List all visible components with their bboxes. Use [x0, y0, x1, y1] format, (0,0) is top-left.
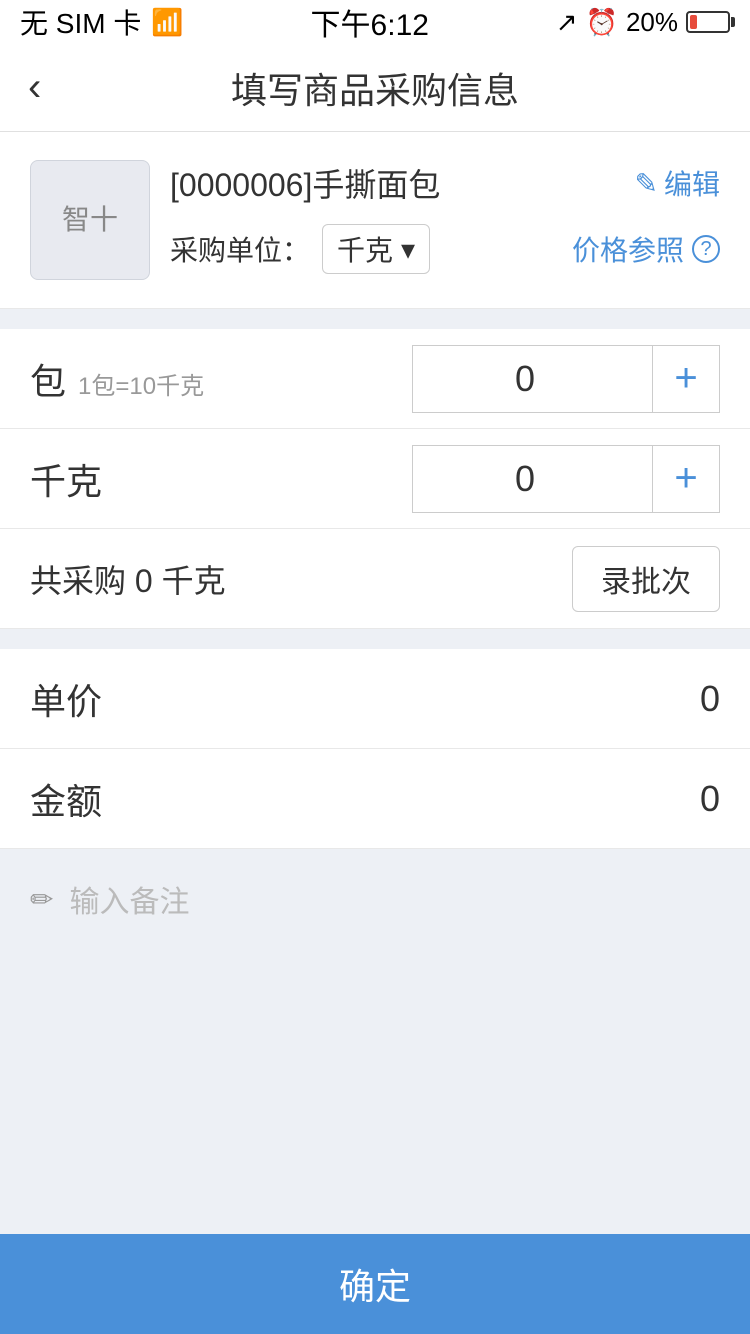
price-section: 单价 0 金额 0 [0, 649, 750, 849]
product-card: 智十 [0000006]手撕面包 ✎ 编辑 采购单位： 千克 ▾ 价格参照 ? [0, 132, 750, 309]
battery-icon [686, 11, 730, 33]
wifi-icon: 📶 [151, 7, 183, 38]
status-left: 无 SIM 卡 📶 [20, 2, 184, 42]
help-icon: ? [692, 235, 720, 263]
section-divider-2 [0, 629, 750, 649]
package-quantity-input[interactable] [412, 345, 652, 413]
back-button[interactable]: ‹ [28, 65, 41, 110]
product-info: [0000006]手撕面包 ✎ 编辑 采购单位： 千克 ▾ 价格参照 ? [170, 160, 720, 274]
kg-plus-button[interactable]: + [652, 445, 720, 513]
product-image-text: 智十 [62, 203, 118, 237]
product-name-row: [0000006]手撕面包 ✎ 编辑 [170, 160, 720, 206]
package-input-controls: + [412, 345, 720, 413]
battery-percent: 20% [626, 7, 678, 38]
time-display: 下午6:12 [311, 0, 429, 44]
total-row: 共采购 0 千克 录批次 [0, 529, 750, 629]
edit-icon: ✎ [635, 167, 658, 200]
purchase-unit-row: 采购单位： 千克 ▾ 价格参照 ? [170, 224, 720, 274]
amount-label: 金额 [30, 773, 102, 825]
unit-label: 采购单位： [170, 229, 310, 269]
total-label: 共采购 0 千克 [30, 556, 226, 602]
kg-input-controls: + [412, 445, 720, 513]
package-label: 包 1包=10千克 [30, 353, 412, 405]
kg-label: 千克 [30, 453, 412, 505]
kg-quantity-input[interactable] [412, 445, 652, 513]
package-plus-button[interactable]: + [652, 345, 720, 413]
nav-bar: ‹ 填写商品采购信息 [0, 44, 750, 132]
alarm-icon: ⏰ [586, 7, 618, 38]
edit-button[interactable]: ✎ 编辑 [635, 163, 720, 203]
unit-price-row: 单价 0 [0, 649, 750, 749]
content-area [0, 949, 750, 1249]
status-bar: 无 SIM 卡 📶 下午6:12 ↗ ⏰ 20% [0, 0, 750, 44]
dropdown-arrow-icon: ▾ [401, 233, 415, 266]
product-image: 智十 [30, 160, 150, 280]
location-icon: ↗ [556, 7, 578, 38]
package-sub-label: 1包=10千克 [78, 366, 204, 401]
amount-row: 金额 0 [0, 749, 750, 849]
notes-section[interactable]: ✏ 输入备注 [0, 849, 750, 949]
page-title: 填写商品采购信息 [231, 62, 519, 114]
confirm-button[interactable]: 确定 [0, 1234, 750, 1334]
unit-dropdown[interactable]: 千克 ▾ [322, 224, 430, 274]
product-name: [0000006]手撕面包 [170, 160, 440, 206]
price-reference-button[interactable]: 价格参照 ? [572, 229, 720, 269]
carrier-text: 无 SIM 卡 [20, 2, 141, 42]
package-input-row: 包 1包=10千克 + [0, 329, 750, 429]
kg-input-row: 千克 + [0, 429, 750, 529]
notes-placeholder: 输入备注 [69, 877, 189, 921]
status-right: ↗ ⏰ 20% [556, 7, 730, 38]
unit-price-value: 0 [700, 678, 720, 720]
battery-fill [690, 15, 697, 29]
section-divider-1 [0, 309, 750, 329]
pencil-icon: ✏ [30, 883, 53, 916]
record-batch-button[interactable]: 录批次 [572, 546, 720, 612]
input-section: 包 1包=10千克 + 千克 + 共采购 0 千克 录 [0, 329, 750, 629]
amount-value: 0 [700, 778, 720, 820]
unit-price-label: 单价 [30, 673, 102, 725]
